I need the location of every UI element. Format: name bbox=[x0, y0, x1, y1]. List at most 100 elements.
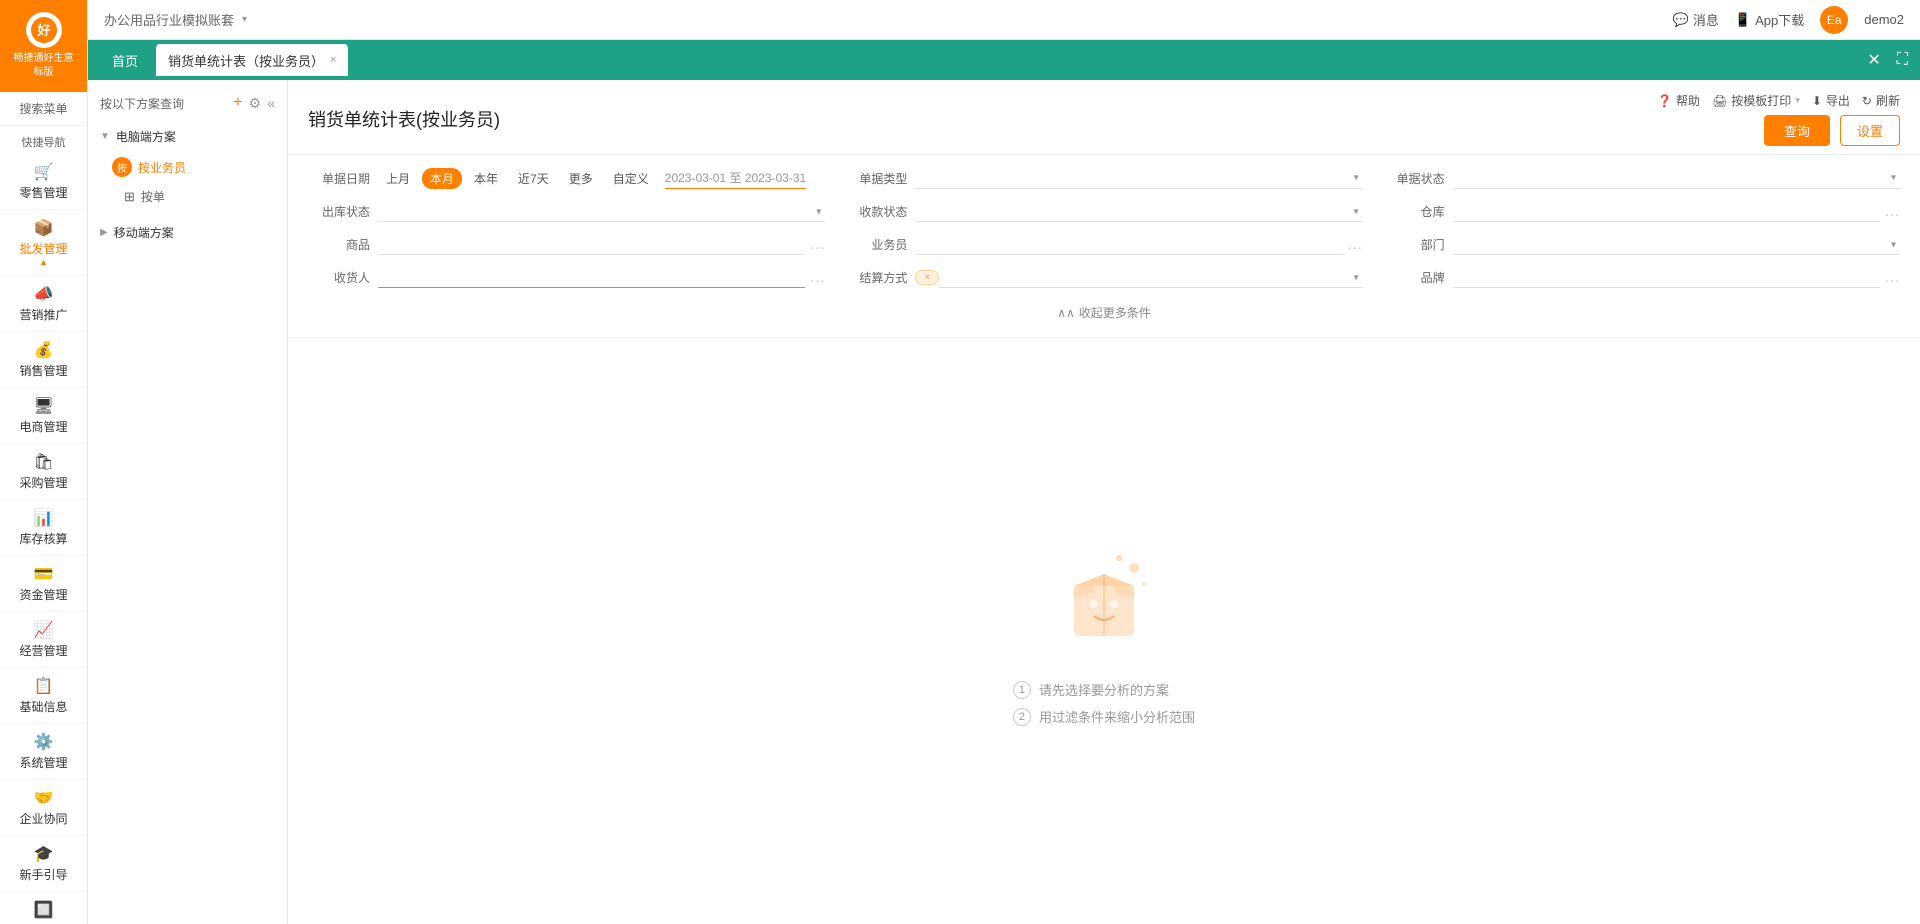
sidebar-item-enterprise[interactable]: 🤝 企业协同 bbox=[0, 780, 87, 836]
settings-scheme-icon[interactable]: ⚙ bbox=[249, 95, 262, 112]
tab-home[interactable]: 首页 bbox=[96, 44, 154, 76]
settlement-control: × bbox=[915, 267, 1362, 288]
outstatus-select[interactable] bbox=[378, 201, 825, 222]
basic-icon: 📋 bbox=[34, 676, 54, 696]
left-panel-title: 按以下方案查询 bbox=[100, 95, 184, 112]
scheme-salesperson-label: 按业务员 bbox=[138, 159, 186, 176]
sidebar-item-purchase[interactable]: 🛍 采购管理 bbox=[0, 444, 87, 500]
sidebar-item-retail[interactable]: 🛒 零售管理 bbox=[0, 154, 87, 210]
date-tab-this-month[interactable]: 本月 bbox=[422, 168, 462, 189]
filter-cell-dept: 部门 bbox=[1383, 234, 1900, 255]
sidebar-item-wholesale[interactable]: 📦 批发管理 ▲ bbox=[0, 210, 87, 276]
sidebar-item-inventory[interactable]: 📊 库存核算 bbox=[0, 500, 87, 556]
date-range-input[interactable]: 2023-03-01 至 2023-03-31 bbox=[665, 167, 806, 189]
sidebar-item-sales[interactable]: 💰 销售管理 bbox=[0, 332, 87, 388]
settlement-tag-x-icon[interactable]: × bbox=[924, 272, 930, 283]
sidebar-item-finance-label: 资金管理 bbox=[19, 586, 67, 603]
print-button[interactable]: 🖨 按模板打印 ▾ bbox=[1712, 92, 1800, 109]
refresh-button[interactable]: ↻ 刷新 bbox=[1862, 92, 1900, 109]
settlement-select-wrap bbox=[939, 267, 1362, 288]
collapse-more: ∧∧ 收起更多条件 bbox=[308, 296, 1900, 325]
purchase-icon: 🛍 bbox=[33, 452, 53, 472]
tab-active[interactable]: 销货单统计表（按业务员） × bbox=[156, 44, 348, 76]
help-button[interactable]: ❓ 帮助 bbox=[1657, 92, 1700, 109]
scheme-group-mobile: ▶ 移动端方案 bbox=[88, 214, 287, 251]
scheme-sub-item-order[interactable]: ⊞ 按单 bbox=[88, 183, 287, 210]
sidebar-item-basic[interactable]: 📋 基础信息 bbox=[0, 668, 87, 724]
docstatus-select[interactable] bbox=[1453, 168, 1900, 189]
scheme-group-desktop: ▼ 电脑端方案 按 按业务员 ⊞ 按单 bbox=[88, 118, 287, 214]
doctype-label: 单据类型 bbox=[845, 170, 915, 187]
sales-icon: 💰 bbox=[34, 340, 54, 360]
settlement-label: 结算方式 bbox=[845, 269, 915, 286]
sidebar-item-apps[interactable]: 🔲 应用中心 bbox=[0, 892, 87, 924]
tab-expand-button[interactable]: ⛶ bbox=[1893, 47, 1912, 73]
consignee-input[interactable] bbox=[378, 267, 805, 288]
page-action-help: ❓ 帮助 🖨 按模板打印 ▾ ⬇ 导出 bbox=[1657, 92, 1900, 109]
logo-icon: 好 bbox=[26, 12, 62, 48]
sidebar-item-ecommerce-label: 电商管理 bbox=[19, 418, 67, 435]
retail-icon: 🛒 bbox=[34, 162, 54, 182]
date-tab-more[interactable]: 更多 bbox=[561, 168, 601, 189]
sidebar-item-operations[interactable]: 📈 经营管理 bbox=[0, 612, 87, 668]
sidebar-item-newbie[interactable]: 🎓 新手引导 bbox=[0, 836, 87, 892]
goods-input[interactable] bbox=[378, 234, 805, 255]
apps-icon: 🔲 bbox=[34, 900, 54, 920]
scheme-item-salesperson[interactable]: 按 按业务员 bbox=[88, 151, 287, 183]
scheme-group-mobile-header[interactable]: ▶ 移动端方案 bbox=[88, 218, 287, 247]
filter-cell-brand: 品牌 … bbox=[1383, 267, 1900, 288]
workspace-dropdown-icon[interactable]: ▾ bbox=[242, 14, 247, 25]
payment-label: 收款状态 bbox=[845, 203, 915, 220]
tab-close-all-button[interactable]: ✕ bbox=[1863, 46, 1884, 74]
tab-bar-actions: ✕ ⛶ bbox=[1863, 46, 1912, 74]
collapse-button[interactable]: ∧∧ 收起更多条件 bbox=[1057, 304, 1151, 321]
sidebar-item-marketing[interactable]: 📣 营销推广 bbox=[0, 276, 87, 332]
filter-cell-settlement: 结算方式 × bbox=[845, 267, 1362, 288]
date-tab-custom[interactable]: 自定义 bbox=[605, 168, 657, 189]
export-icon: ⬇ bbox=[1812, 94, 1822, 108]
avatar[interactable]: Ea bbox=[1820, 6, 1848, 34]
header-right: 💬 消息 📱 App下载 Ea demo2 bbox=[1673, 6, 1904, 34]
sidebar-item-ecommerce[interactable]: 🖥 电商管理 bbox=[0, 388, 87, 444]
settlement-select[interactable] bbox=[939, 267, 1362, 288]
message-label: 消息 bbox=[1693, 10, 1719, 29]
brand-dots-icon[interactable]: … bbox=[1884, 269, 1900, 287]
tab-close-icon[interactable]: × bbox=[330, 54, 336, 66]
print-dropdown-icon[interactable]: ▾ bbox=[1795, 95, 1800, 106]
sidebar-item-wholesale-label: 批发管理 bbox=[19, 240, 67, 257]
consignee-control: … bbox=[378, 267, 825, 288]
search-menu[interactable]: 搜索菜单 bbox=[0, 92, 87, 126]
date-tab-7days[interactable]: 近7天 bbox=[510, 168, 557, 189]
settlement-tag[interactable]: × bbox=[915, 270, 939, 285]
message-button[interactable]: 💬 消息 bbox=[1673, 10, 1719, 29]
salesperson-input[interactable] bbox=[915, 234, 1342, 255]
salesperson-dots-icon[interactable]: … bbox=[1347, 236, 1363, 254]
doctype-select[interactable] bbox=[915, 168, 1362, 189]
scheme-group-desktop-header[interactable]: ▼ 电脑端方案 bbox=[88, 122, 287, 151]
app-download-button[interactable]: 📱 App下载 bbox=[1735, 10, 1804, 29]
brand-input[interactable] bbox=[1453, 267, 1880, 288]
payment-select[interactable] bbox=[915, 201, 1362, 222]
dept-select[interactable] bbox=[1453, 234, 1900, 255]
warehouse-dots-icon[interactable]: … bbox=[1884, 203, 1900, 221]
collapse-panel-icon[interactable]: « bbox=[267, 95, 275, 111]
quick-nav[interactable]: 快捷导航 bbox=[0, 126, 87, 154]
add-scheme-icon[interactable]: + bbox=[233, 94, 242, 112]
sidebar-item-finance[interactable]: 💳 资金管理 bbox=[0, 556, 87, 612]
goods-dots-icon[interactable]: … bbox=[809, 236, 825, 254]
date-tab-last-month[interactable]: 上月 bbox=[378, 168, 418, 189]
sidebar-item-retail-label: 零售管理 bbox=[19, 184, 67, 201]
warehouse-input[interactable] bbox=[1453, 201, 1880, 222]
payment-select-wrap bbox=[915, 201, 1362, 222]
consignee-dots-icon[interactable]: … bbox=[809, 269, 825, 287]
step1-num: 1 bbox=[1013, 681, 1031, 699]
query-button[interactable]: 查询 bbox=[1764, 115, 1830, 146]
newbie-icon: 🎓 bbox=[34, 844, 54, 864]
date-tab-this-year[interactable]: 本年 bbox=[466, 168, 506, 189]
workspace-name[interactable]: 办公用品行业模拟账套 bbox=[104, 10, 234, 29]
help-icon: ❓ bbox=[1657, 94, 1672, 108]
setup-button[interactable]: 设置 bbox=[1840, 115, 1900, 146]
username[interactable]: demo2 bbox=[1864, 12, 1904, 27]
sidebar-item-system[interactable]: ⚙️ 系统管理 bbox=[0, 724, 87, 780]
export-button[interactable]: ⬇ 导出 bbox=[1812, 92, 1850, 109]
